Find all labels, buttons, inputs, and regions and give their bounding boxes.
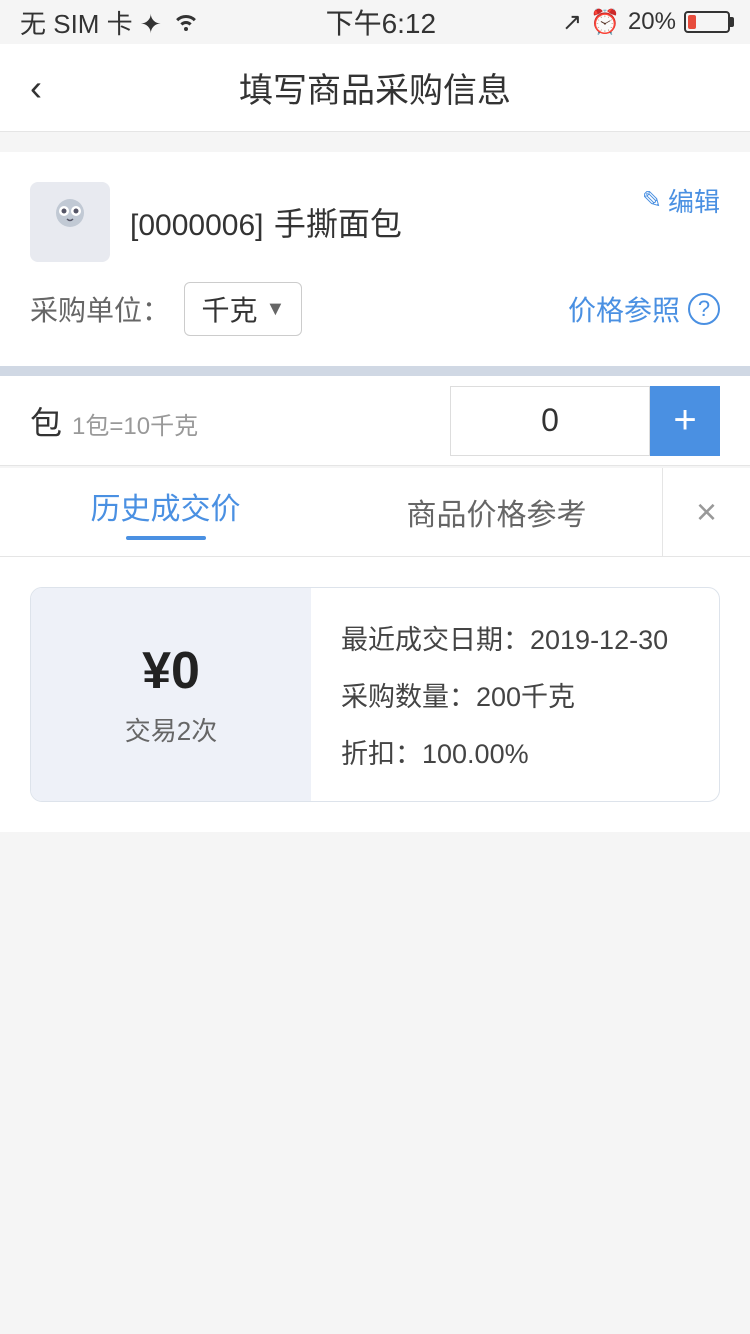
date-label: 最近成交日期： xyxy=(341,625,530,655)
unit-select[interactable]: 千克 ▼ xyxy=(184,282,302,336)
transaction-right: 最近成交日期：2019-12-30 采购数量：200千克 折扣：100.00% xyxy=(311,588,719,801)
edit-label: 编辑 xyxy=(668,182,720,219)
alarm-icon: ⏰ xyxy=(590,8,620,37)
tab-active-indicator xyxy=(126,536,206,540)
status-right: ↗ ⏰ 20% xyxy=(562,8,730,37)
history-content: ¥0 交易2次 最近成交日期：2019-12-30 采购数量：200千克 折扣：… xyxy=(0,557,750,832)
tab-bar: 历史成交价 商品价格参考 × xyxy=(0,468,750,557)
battery-pct: 20% xyxy=(628,8,676,36)
qty-value: 200千克 xyxy=(476,682,575,712)
transaction-card: ¥0 交易2次 最近成交日期：2019-12-30 采购数量：200千克 折扣：… xyxy=(30,587,720,802)
product-title: 手撕面包 xyxy=(274,206,402,242)
product-header: [0000006] 手撕面包 ✎ 编辑 xyxy=(30,182,720,262)
edit-button[interactable]: ✎ 编辑 xyxy=(642,182,720,219)
separator-bar xyxy=(0,366,750,376)
quantity-input[interactable] xyxy=(450,386,650,456)
unit-value: 千克 xyxy=(201,289,257,329)
background-area xyxy=(0,832,750,1332)
product-unit-row: 采购单位： 千克 ▼ 价格参照 ? xyxy=(30,282,720,336)
unit-section: 采购单位： 千克 ▼ xyxy=(30,282,302,336)
status-bar: 无 SIM 卡 ✦ 下午6:12 ↗ ⏰ 20% xyxy=(0,0,750,44)
quantity-row: 包 1包=10千克 + xyxy=(0,376,750,466)
product-info: [0000006] 手撕面包 xyxy=(30,182,402,262)
bottom-panel: 历史成交价 商品价格参考 × ¥0 交易2次 最近成交日期：2019-12-30… xyxy=(0,468,750,832)
quantity-controls: + xyxy=(450,386,720,456)
close-icon: × xyxy=(696,491,717,533)
status-time: 下午6:12 xyxy=(326,2,437,42)
tab-price-reference[interactable]: 商品价格参考 xyxy=(331,468,662,556)
tab-history-label: 历史成交价 xyxy=(91,484,241,528)
nav-bar: ‹ 填写商品采购信息 xyxy=(0,44,750,132)
qty-label: 采购数量： xyxy=(341,682,476,712)
chevron-down-icon: ▼ xyxy=(265,298,285,321)
wifi-icon xyxy=(172,7,200,38)
transaction-price: ¥0 xyxy=(142,641,200,701)
transaction-discount-row: 折扣：100.00% xyxy=(341,732,689,771)
back-button[interactable]: ‹ xyxy=(30,67,42,109)
transaction-date-row: 最近成交日期：2019-12-30 xyxy=(341,618,689,657)
tab-price-ref-label: 商品价格参考 xyxy=(407,490,587,534)
discount-label: 折扣： xyxy=(341,739,422,769)
transaction-qty-row: 采购数量：200千克 xyxy=(341,675,689,714)
unit-label: 采购单位： xyxy=(30,295,170,326)
price-ref-label: 价格参照 xyxy=(568,289,680,329)
status-left: 无 SIM 卡 ✦ xyxy=(20,4,200,41)
tab-history-price[interactable]: 历史成交价 xyxy=(0,468,331,556)
page-title: 填写商品采购信息 xyxy=(239,63,511,112)
quantity-label: 包 1包=10千克 xyxy=(30,398,198,444)
battery-icon xyxy=(684,11,730,33)
date-value: 2019-12-30 xyxy=(530,625,668,655)
price-ref-button[interactable]: 价格参照 ? xyxy=(568,289,720,329)
tab-close-button[interactable]: × xyxy=(662,468,750,556)
product-thumbnail xyxy=(30,182,110,262)
product-card: [0000006] 手撕面包 ✎ 编辑 采购单位： 千克 ▼ 价格参照 ? xyxy=(0,152,750,366)
product-id: [0000006] xyxy=(130,209,263,242)
product-name: [0000006] 手撕面包 xyxy=(130,199,402,245)
transaction-count: 交易2次 xyxy=(125,711,217,748)
sim-label: 无 SIM 卡 ✦ xyxy=(20,4,162,41)
quantity-plus-button[interactable]: + xyxy=(650,386,720,456)
quantity-unit: 包 xyxy=(30,398,62,444)
location-icon: ↗ xyxy=(562,8,582,37)
transaction-left: ¥0 交易2次 xyxy=(31,588,311,801)
discount-value: 100.00% xyxy=(422,739,529,769)
product-logo-icon xyxy=(45,193,95,251)
help-icon[interactable]: ? xyxy=(688,293,720,325)
edit-icon: ✎ xyxy=(642,186,662,215)
quantity-sub-label: 1包=10千克 xyxy=(72,406,198,441)
